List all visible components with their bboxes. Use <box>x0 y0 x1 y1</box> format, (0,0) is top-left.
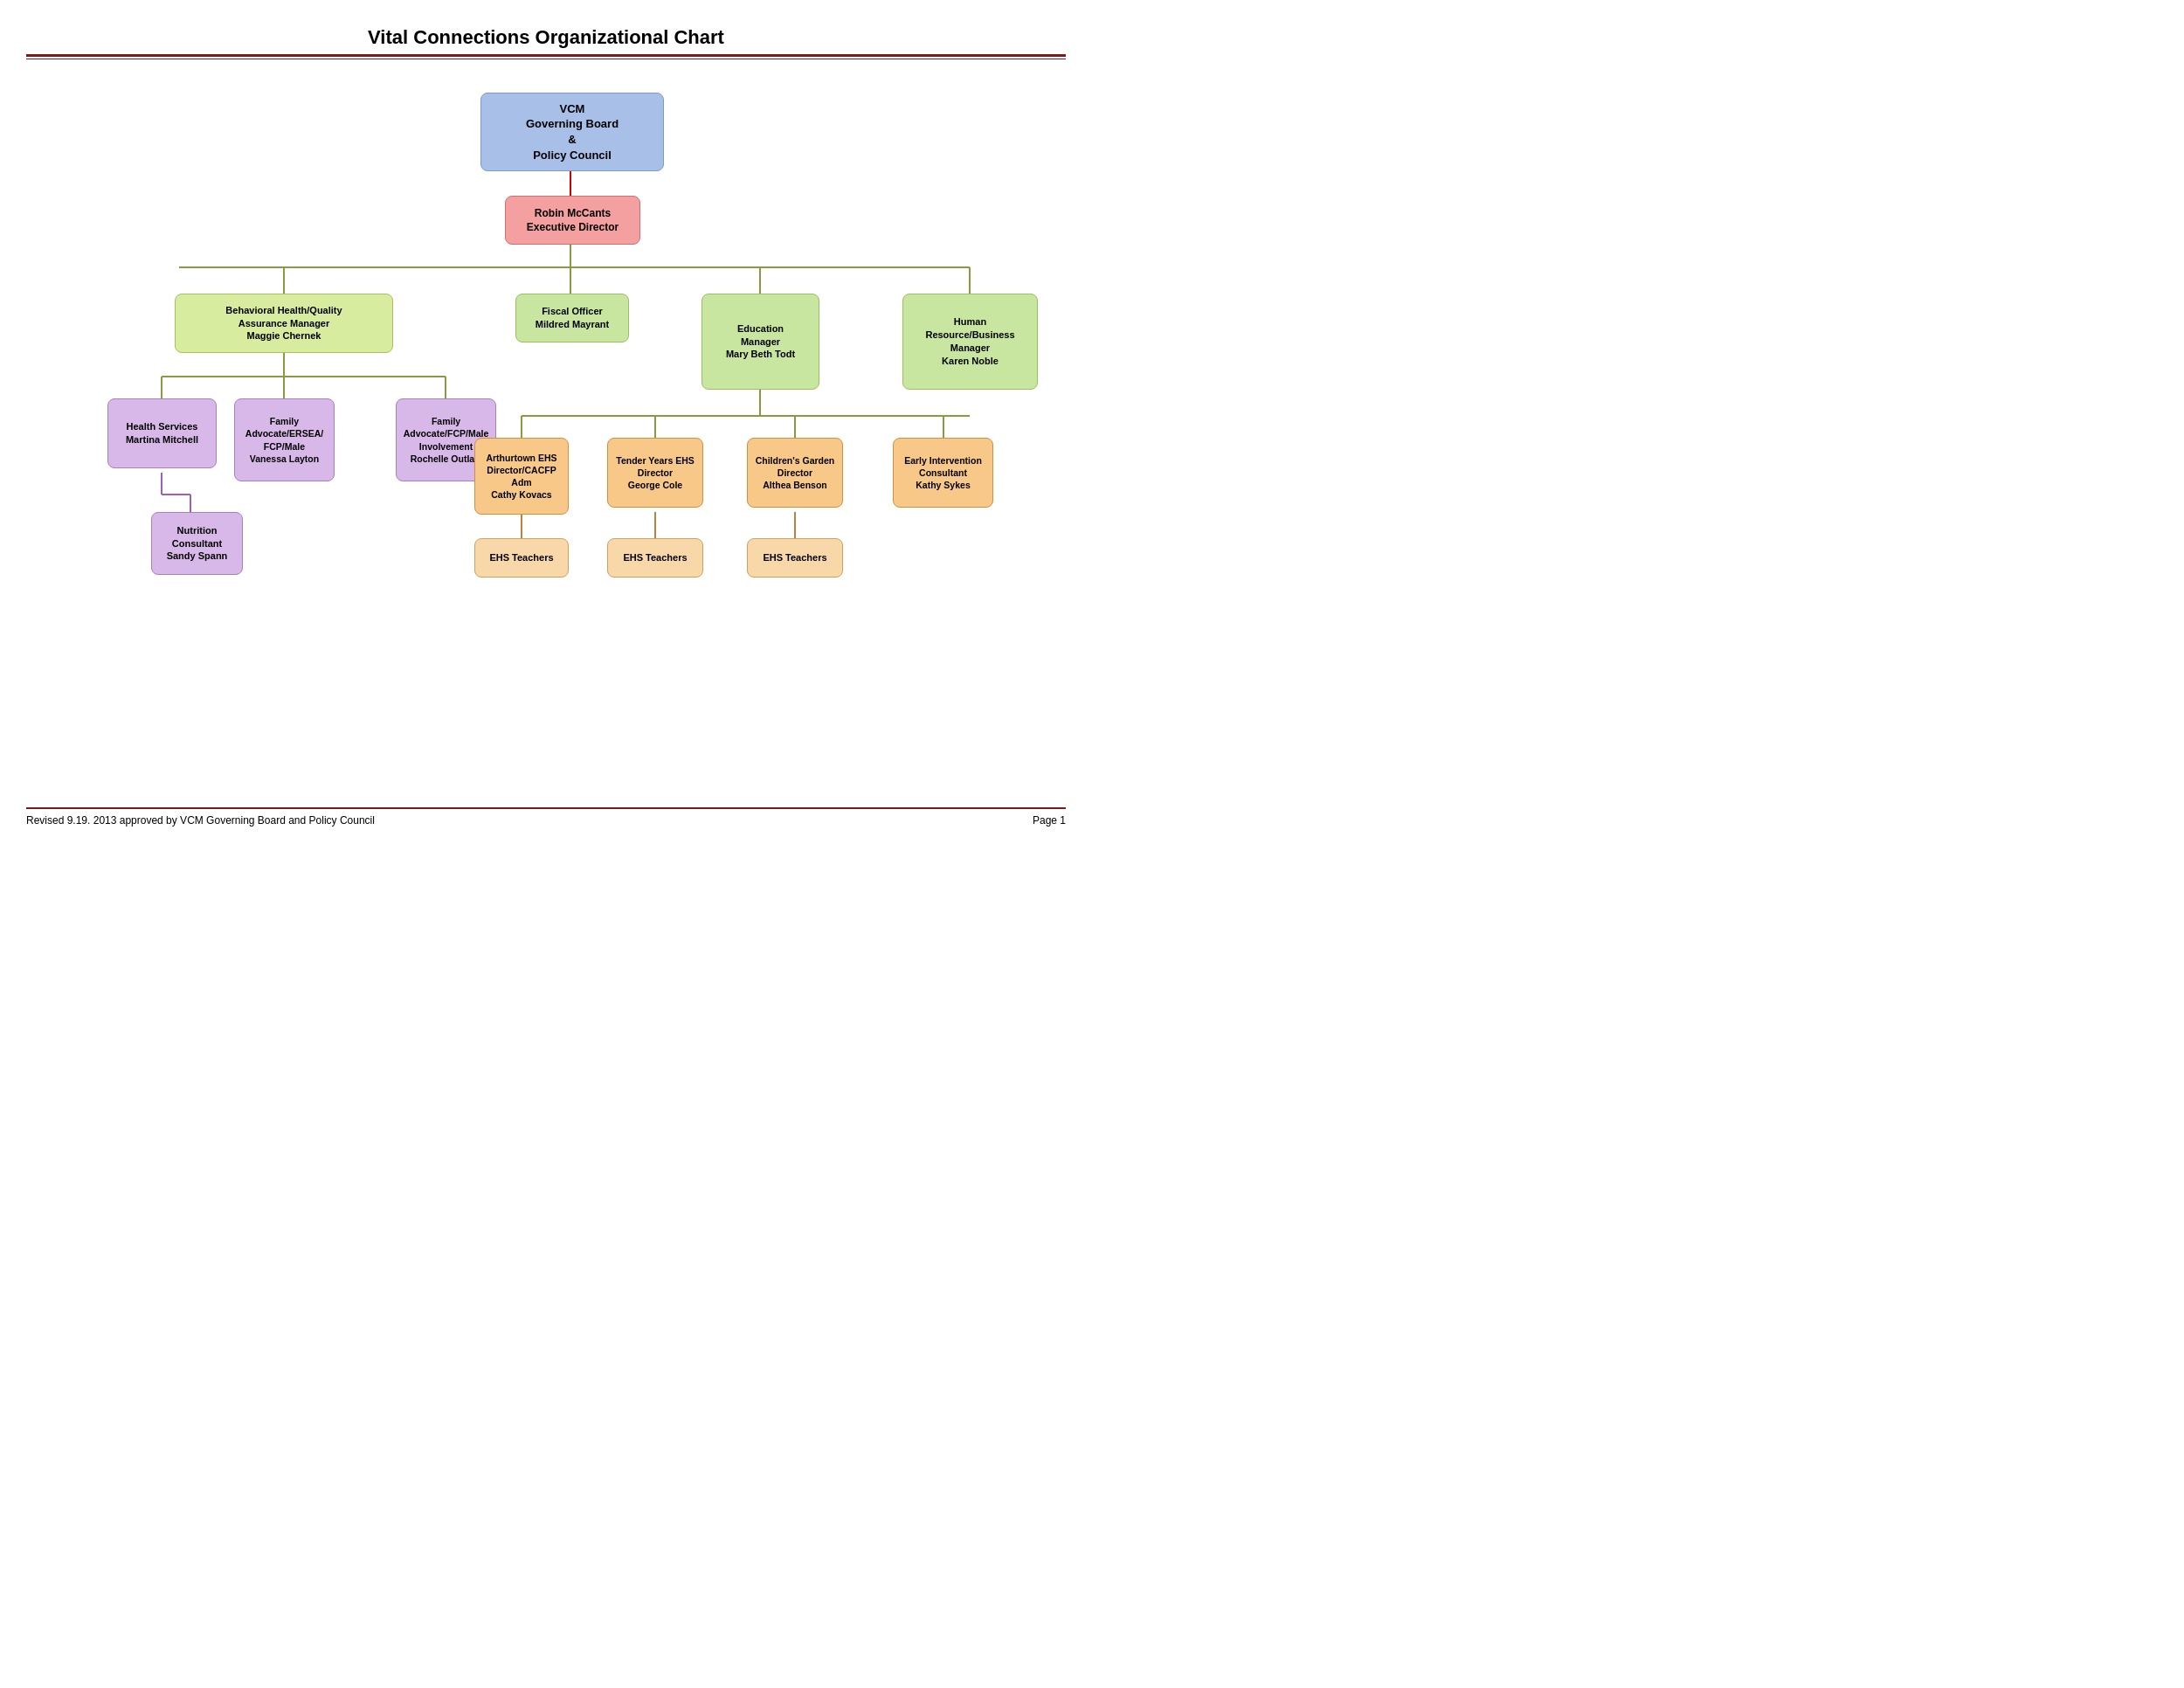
family-advocate1-node: Family Advocate/ERSEA/ FCP/Male Vanessa … <box>234 398 335 481</box>
ehs-teachers3-label: EHS Teachers <box>763 551 826 564</box>
footer-right: Page 1 <box>1033 814 1066 827</box>
fiscal-label: Fiscal Officer Mildred Mayrant <box>536 305 609 331</box>
tender-years-node: Tender Years EHS Director George Cole <box>607 438 703 508</box>
arthurtown-node: Arthurtown EHS Director/CACFP Adm Cathy … <box>474 438 569 515</box>
page: Vital Connections Organizational Chart <box>0 0 1092 844</box>
human-resource-node: Human Resource/Business Manager Karen No… <box>902 294 1038 390</box>
footer-left: Revised 9.19. 2013 approved by VCM Gover… <box>26 814 375 827</box>
nutrition-node: Nutrition Consultant Sandy Spann <box>151 512 243 575</box>
childrens-garden-label: Children's Garden Director Althea Benson <box>756 454 835 492</box>
robin-label: Robin McCants Executive Director <box>527 206 619 234</box>
tender-years-label: Tender Years EHS Director George Cole <box>616 454 695 492</box>
behavioral-node: Behavioral Health/Quality Assurance Mana… <box>175 294 393 353</box>
family-advocate1-label: Family Advocate/ERSEA/ FCP/Male Vanessa … <box>245 415 323 465</box>
childrens-garden-node: Children's Garden Director Althea Benson <box>747 438 843 508</box>
health-services-node: Health Services Martina Mitchell <box>107 398 217 468</box>
vcm-board-label: VCM Governing Board & Policy Council <box>526 101 619 163</box>
ehs-teachers1-label: EHS Teachers <box>489 551 553 564</box>
health-services-label: Health Services Martina Mitchell <box>126 420 198 446</box>
early-intervention-node: Early Intervention Consultant Kathy Syke… <box>893 438 993 508</box>
human-resource-label: Human Resource/Business Manager Karen No… <box>925 315 1014 367</box>
header-line-top <box>26 54 1066 57</box>
ehs-teachers1-node: EHS Teachers <box>474 538 569 578</box>
nutrition-label: Nutrition Consultant Sandy Spann <box>167 524 228 564</box>
education-node: Education Manager Mary Beth Todt <box>702 294 819 390</box>
org-chart: VCM Governing Board & Policy Council Rob… <box>26 75 1066 739</box>
ehs-teachers2-node: EHS Teachers <box>607 538 703 578</box>
behavioral-label: Behavioral Health/Quality Assurance Mana… <box>225 304 342 343</box>
vcm-board-node: VCM Governing Board & Policy Council <box>480 93 664 171</box>
fiscal-node: Fiscal Officer Mildred Mayrant <box>515 294 629 342</box>
ehs-teachers2-label: EHS Teachers <box>623 551 687 564</box>
arthurtown-label: Arthurtown EHS Director/CACFP Adm Cathy … <box>486 452 556 502</box>
ehs-teachers3-node: EHS Teachers <box>747 538 843 578</box>
early-intervention-label: Early Intervention Consultant Kathy Syke… <box>904 454 982 492</box>
robin-node: Robin McCants Executive Director <box>505 196 640 245</box>
footer: Revised 9.19. 2013 approved by VCM Gover… <box>26 807 1066 827</box>
page-title: Vital Connections Organizational Chart <box>26 17 1066 54</box>
education-label: Education Manager Mary Beth Todt <box>726 322 795 362</box>
